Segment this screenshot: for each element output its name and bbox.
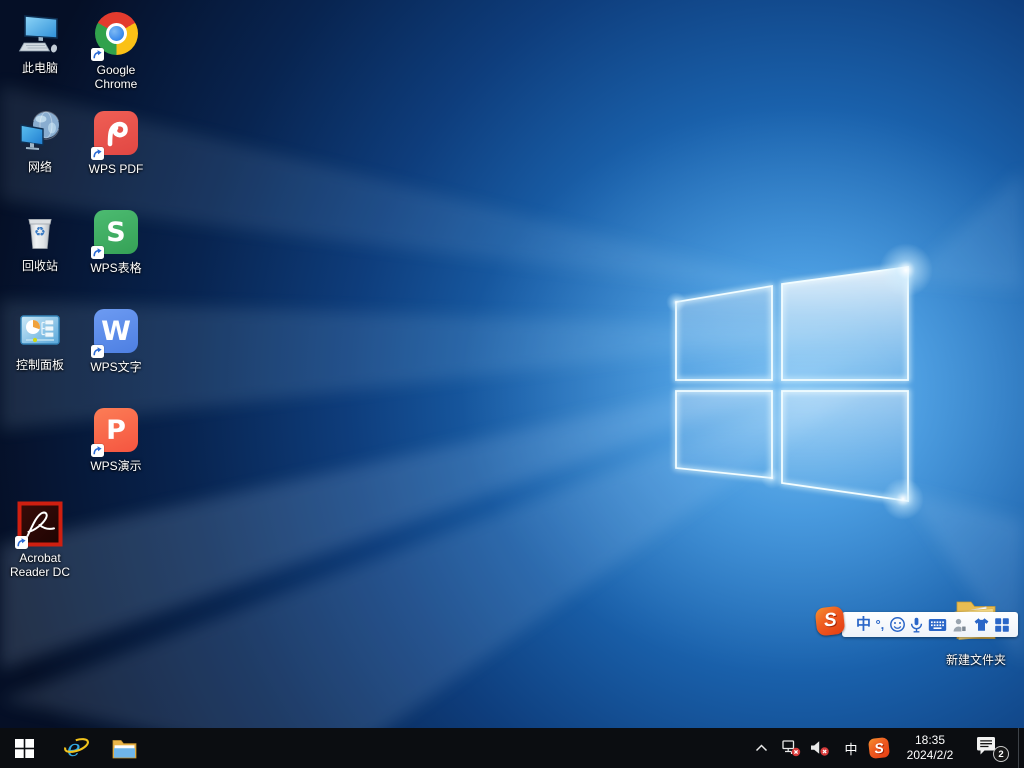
desktop-icon-acrobat-reader[interactable]: Acrobat Reader DC [2,500,78,579]
desktop-icon-recycle-bin[interactable]: ♻ 回收站 [2,208,78,273]
desktop-icon-label: 网络 [27,160,52,174]
wps-pdf-icon [91,111,140,160]
desktop-icon-this-pc[interactable]: 此电脑 [2,10,78,75]
shortcut-arrow-icon [91,246,104,259]
clock-time: 18:35 [914,733,946,747]
recycle-bin-icon: ♻ [16,208,64,256]
desktop-icon-label: WPS表格 [90,261,142,275]
this-pc-icon [16,10,64,58]
profile-icon[interactable] [951,617,968,633]
punctuation-icon[interactable]: °, [875,618,884,631]
notification-count-badge: 2 [993,746,1009,762]
taskbar-internet-explorer-button[interactable]: e [52,728,100,768]
tray-clock[interactable]: 18:35 2024/2/2 [898,728,962,768]
file-explorer-icon [112,739,136,758]
tray-expand-chevron[interactable] [750,728,772,768]
new-folder-label: 新建文件夹 [945,653,1006,667]
control-panel-icon [16,307,64,355]
desktop: 此电脑 网络 ♻ 回收站 控制面板 Acrobat Reader DC Goog… [0,0,1024,768]
desktop-icon-label: Google Chrome [94,63,138,91]
desktop-icon-network[interactable]: 网络 [2,109,78,174]
recycle-symbol-icon: ♻ [34,224,46,239]
toolbox-icon[interactable] [994,617,1010,633]
shortcut-arrow-icon [15,536,28,549]
desktop-icon-label: 此电脑 [21,61,58,75]
acrobat-reader-icon [15,500,64,549]
desktop-icon-wps-pdf[interactable]: WPS PDF [78,109,154,176]
chinese-mode-icon[interactable]: 中 [856,617,871,632]
volume-muted-icon [811,740,829,756]
tray-network-status[interactable] [780,728,802,768]
shortcut-arrow-icon [91,147,104,160]
desktop-icon-control-panel[interactable]: 控制面板 [2,307,78,372]
tray-sogou-icon[interactable]: S [867,728,891,768]
start-button[interactable] [0,728,48,768]
wps-writer-icon: W [91,309,140,358]
windows-logo-icon [14,738,34,758]
show-desktop-button[interactable] [1018,728,1024,768]
shortcut-arrow-icon [91,48,104,61]
emoji-icon[interactable] [889,616,906,633]
clock-date: 2024/2/2 [906,748,954,762]
desktop-icon-google-chrome[interactable]: Google Chrome [78,10,154,91]
soft-keyboard-icon[interactable] [928,618,947,632]
sogou-logo-icon: S [868,737,890,759]
google-chrome-icon [91,12,140,61]
shortcut-arrow-icon [91,444,104,457]
desktop-icon-label: WPS文字 [90,360,142,374]
ime-strip: 中 °, [842,612,1018,637]
internet-explorer-icon: e [63,736,89,762]
sogou-logo-icon[interactable]: S [814,605,846,637]
action-center-button[interactable]: 2 [972,728,1012,768]
network-icon [16,109,64,157]
network-disconnected-icon [781,739,800,756]
desktop-icon-wps-spreadsheet[interactable]: S WPS表格 [78,208,154,275]
desktop-icon-label: WPS PDF [88,162,144,176]
desktop-icon-wps-writer[interactable]: W WPS文字 [78,307,154,374]
wps-spreadsheet-icon: S [91,210,140,259]
voice-input-icon[interactable] [910,617,923,633]
desktop-icon-wps-presentation[interactable]: P WPS演示 [78,406,154,473]
tray-volume-status[interactable] [808,728,832,768]
taskbar: e 中 S 18:35 2024/2/2 2 [0,728,1024,768]
chevron-up-icon [755,744,767,752]
taskbar-file-explorer-button[interactable] [100,728,148,768]
desktop-icon-label: 控制面板 [15,358,64,372]
desktop-icon-label: 回收站 [21,259,58,273]
tray-ime-indicator[interactable]: 中 [841,728,861,768]
wps-presentation-icon: P [91,408,140,457]
desktop-icon-label: Acrobat Reader DC [9,551,71,579]
skin-icon[interactable] [973,617,990,632]
desktop-icon-label: WPS演示 [90,459,142,473]
shortcut-arrow-icon [91,345,104,358]
